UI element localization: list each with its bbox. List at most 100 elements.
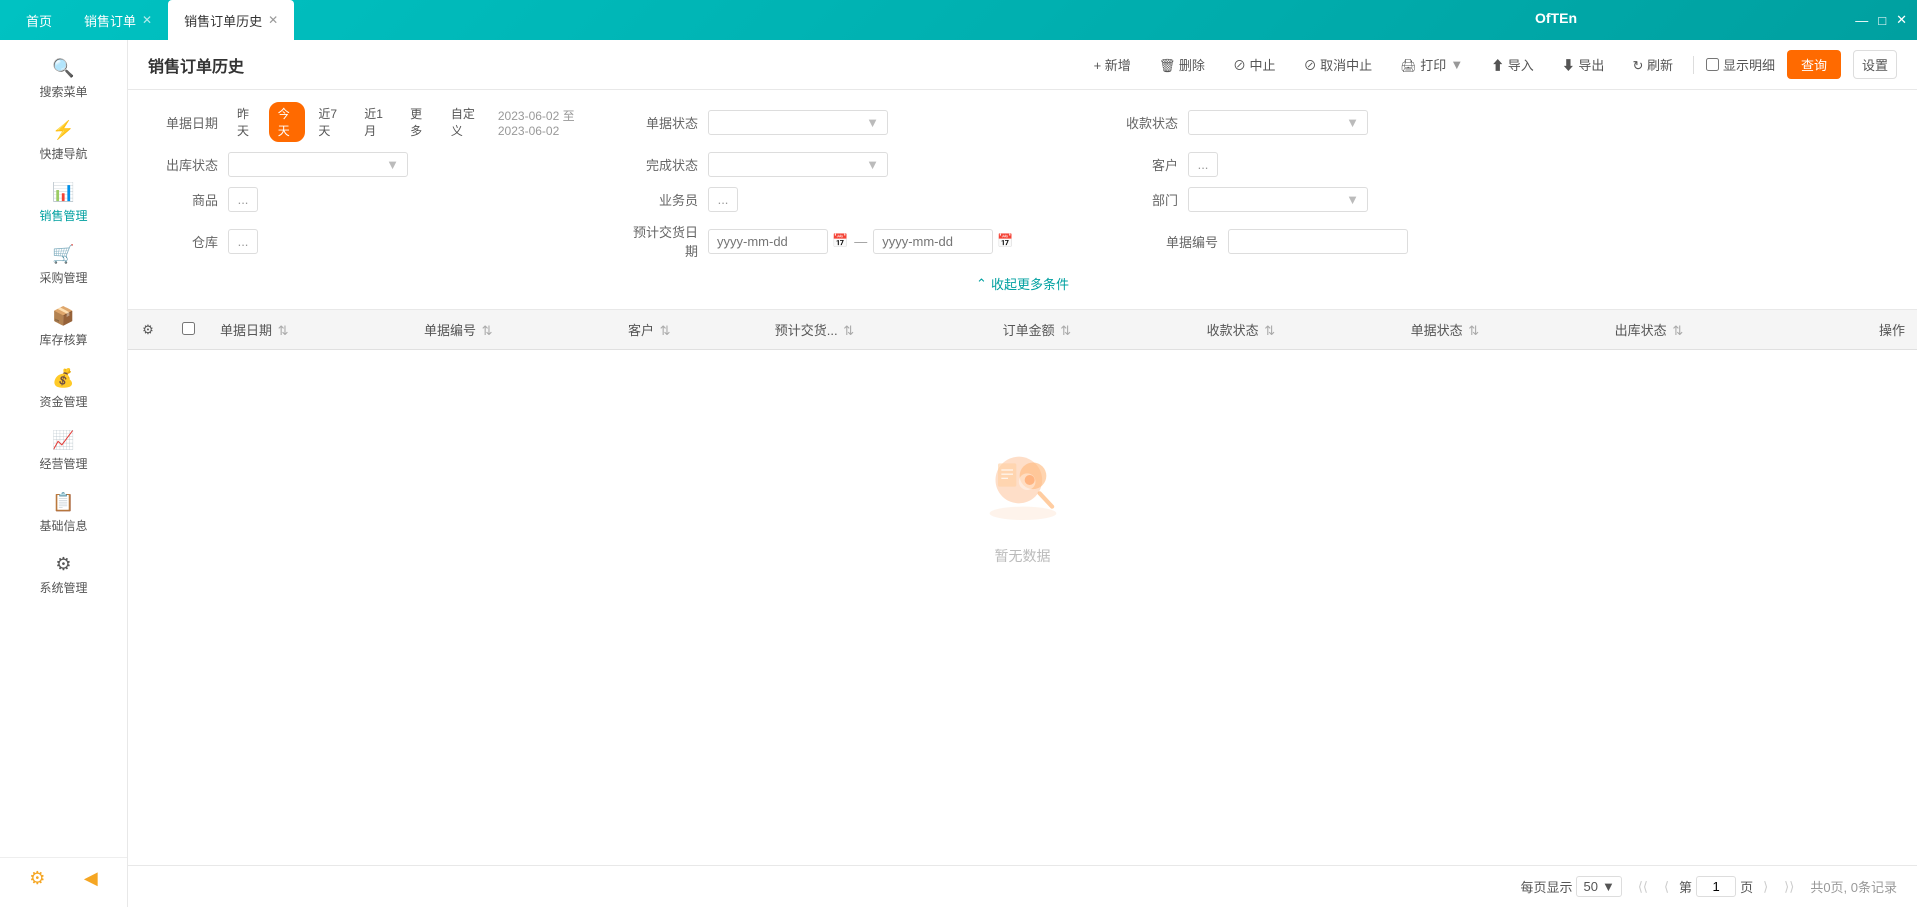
settings-button[interactable]: 设置 [1853, 50, 1897, 79]
collapse-sidebar-icon[interactable]: ◀ [84, 868, 98, 889]
th-expected-date-sort[interactable]: ⇅ [843, 323, 854, 338]
th-doc-status[interactable]: 单据状态 ⇅ [1399, 310, 1603, 350]
date-custom-btn[interactable]: 自定义 [442, 102, 488, 142]
date-7days-btn[interactable]: 近7天 [309, 102, 351, 142]
filter-row-3: 商品 ... 业务员 ... 部门 ▼ [148, 187, 1897, 212]
export-button[interactable]: ⬇ 导出 [1554, 51, 1613, 78]
cancel-stop-button[interactable]: ⊘ 取消中止 [1296, 51, 1381, 78]
th-payment-status[interactable]: 收款状态 ⇅ [1195, 310, 1399, 350]
sidebar-item-quick-nav-label: 快捷导航 [39, 145, 87, 162]
main-layout: 🔍 搜索菜单 ⚡ 快捷导航 📊 销售管理 🛒 采购管理 📦 库存核算 💰 资金管… [0, 40, 1917, 907]
import-button[interactable]: ⬆ 导入 [1483, 51, 1542, 78]
select-all-checkbox[interactable] [182, 322, 195, 335]
th-date-sort[interactable]: ⇅ [278, 323, 289, 338]
prev-page-btn[interactable]: ⟨ [1658, 877, 1675, 897]
date-today-btn[interactable]: 今天 [269, 102, 306, 142]
status-select[interactable]: ▼ [708, 110, 888, 135]
salesperson-picker-btn[interactable]: ... [708, 187, 738, 212]
first-page-btn[interactable]: ⟨⟨ [1632, 877, 1654, 897]
th-checkbox[interactable] [168, 310, 208, 350]
sidebar-item-sales-label: 销售管理 [39, 207, 87, 224]
delete-label: 🗑 删除 [1159, 55, 1205, 74]
sidebar-item-finance-label: 资金管理 [39, 393, 87, 410]
new-button[interactable]: + 新增 [1086, 51, 1139, 78]
page-size-box[interactable]: 50 ▼ [1576, 876, 1621, 897]
warehouse-label: 仓库 [148, 232, 228, 251]
th-order-no-sort[interactable]: ⇅ [482, 323, 493, 338]
th-ops-label: 操作 [1879, 323, 1905, 338]
sidebar-item-inventory[interactable]: 📦 库存核算 [0, 296, 127, 358]
filter-area: 单据日期 昨天 今天 近7天 近1月 更多 自定义 2023-06-02 至 2… [128, 90, 1917, 310]
customer-control: ... [1188, 152, 1568, 177]
date-separator: — [854, 234, 867, 249]
calendar-from-icon[interactable]: 📅 [832, 233, 848, 249]
th-expected-date[interactable]: 预计交货... ⇅ [763, 310, 991, 350]
sidebar-item-basic-info[interactable]: 📋 基础信息 [0, 482, 127, 544]
purchase-icon: 🛒 [52, 244, 74, 265]
stop-button[interactable]: ⊘ 中止 [1225, 51, 1284, 78]
sidebar-item-finance[interactable]: 💰 资金管理 [0, 358, 127, 420]
th-gear[interactable]: ⚙ [128, 310, 168, 350]
tab-sales-order[interactable]: 销售订单 ✕ [68, 0, 168, 40]
sidebar-item-system[interactable]: ⚙ 系统管理 [0, 544, 127, 606]
th-delivery-status[interactable]: 出库状态 ⇅ [1603, 310, 1807, 350]
payment-status-select[interactable]: ▼ [1188, 110, 1368, 135]
last-page-btn[interactable]: ⟩⟩ [1778, 877, 1800, 897]
tab-home[interactable]: 首页 [10, 0, 68, 40]
calendar-to-icon[interactable]: 📅 [997, 233, 1013, 249]
settings-bottom-icon[interactable]: ⚙ [29, 868, 45, 889]
order-no-control [1228, 229, 1608, 254]
order-no-input[interactable] [1228, 229, 1408, 254]
th-order-no[interactable]: 单据编号 ⇅ [412, 310, 616, 350]
date-1month-btn[interactable]: 近1月 [355, 102, 397, 142]
tab-sales-order-history[interactable]: 销售订单历史 ✕ [168, 0, 294, 40]
delivery-status-select[interactable]: ▼ [228, 152, 408, 177]
date-from-input[interactable] [708, 229, 828, 254]
sidebar-item-search[interactable]: 🔍 搜索菜单 [0, 48, 127, 110]
product-picker-btn[interactable]: ... [228, 187, 258, 212]
status-filter-control: ▼ [708, 110, 1088, 135]
tab-sales-order-history-close[interactable]: ✕ [268, 13, 278, 27]
department-control: ▼ [1188, 187, 1568, 212]
next-page-btn[interactable]: ⟩ [1757, 877, 1774, 897]
sidebar: 🔍 搜索菜单 ⚡ 快捷导航 📊 销售管理 🛒 采购管理 📦 库存核算 💰 资金管… [0, 40, 128, 907]
customer-picker-btn[interactable]: ... [1188, 152, 1218, 177]
sidebar-item-purchase[interactable]: 🛒 采购管理 [0, 234, 127, 296]
date-to-input[interactable] [873, 229, 993, 254]
minimize-btn[interactable]: — [1855, 13, 1868, 28]
th-customer-sort[interactable]: ⇅ [660, 323, 671, 338]
close-btn[interactable]: ✕ [1896, 12, 1907, 28]
sidebar-item-quick-nav[interactable]: ⚡ 快捷导航 [0, 110, 127, 172]
print-button[interactable]: 🖨 打印 ▼ [1392, 51, 1471, 78]
sidebar-item-operations[interactable]: 📈 经营管理 [0, 420, 127, 482]
th-delivery-status-sort[interactable]: ⇅ [1672, 323, 1683, 338]
collapse-filter-btn[interactable]: ⌃ 收起更多条件 [148, 270, 1897, 297]
display-cols-input[interactable] [1706, 58, 1719, 71]
search-menu-icon: 🔍 [52, 58, 74, 79]
th-date[interactable]: 单据日期 ⇅ [208, 310, 412, 350]
th-amount[interactable]: 订单金额 ⇅ [991, 310, 1195, 350]
department-select[interactable]: ▼ [1188, 187, 1368, 212]
page-number-input[interactable] [1696, 876, 1736, 897]
refresh-button[interactable]: ↻ 刷新 [1624, 51, 1681, 78]
warehouse-picker-btn[interactable]: ... [228, 229, 258, 254]
data-table: ⚙ 单据日期 ⇅ 单据编号 ⇅ 客户 ⇅ [128, 310, 1917, 646]
sidebar-item-sales[interactable]: 📊 销售管理 [0, 172, 127, 234]
query-button[interactable]: 查询 [1787, 50, 1841, 79]
th-customer[interactable]: 客户 ⇅ [616, 310, 763, 350]
th-amount-sort[interactable]: ⇅ [1060, 323, 1071, 338]
maximize-btn[interactable]: □ [1878, 13, 1886, 28]
th-doc-status-sort[interactable]: ⇅ [1468, 323, 1479, 338]
display-cols-checkbox[interactable]: 显示明细 [1706, 55, 1775, 74]
date-more-btn[interactable]: 更多 [401, 102, 438, 142]
sidebar-item-basic-info-label: 基础信息 [39, 517, 87, 534]
th-payment-status-sort[interactable]: ⇅ [1264, 323, 1275, 338]
complete-status-control: ▼ [708, 152, 1088, 177]
new-label: + 新增 [1094, 55, 1131, 74]
tab-sales-order-close[interactable]: ✕ [142, 13, 152, 27]
complete-status-select[interactable]: ▼ [708, 152, 888, 177]
filter-row-4: 仓库 ... 预计交货日期 📅 — 📅 单据编号 [148, 222, 1897, 260]
date-yesterday-btn[interactable]: 昨天 [228, 102, 265, 142]
customer-label: 客户 [1108, 155, 1188, 174]
delete-button[interactable]: 🗑 删除 [1151, 51, 1213, 78]
